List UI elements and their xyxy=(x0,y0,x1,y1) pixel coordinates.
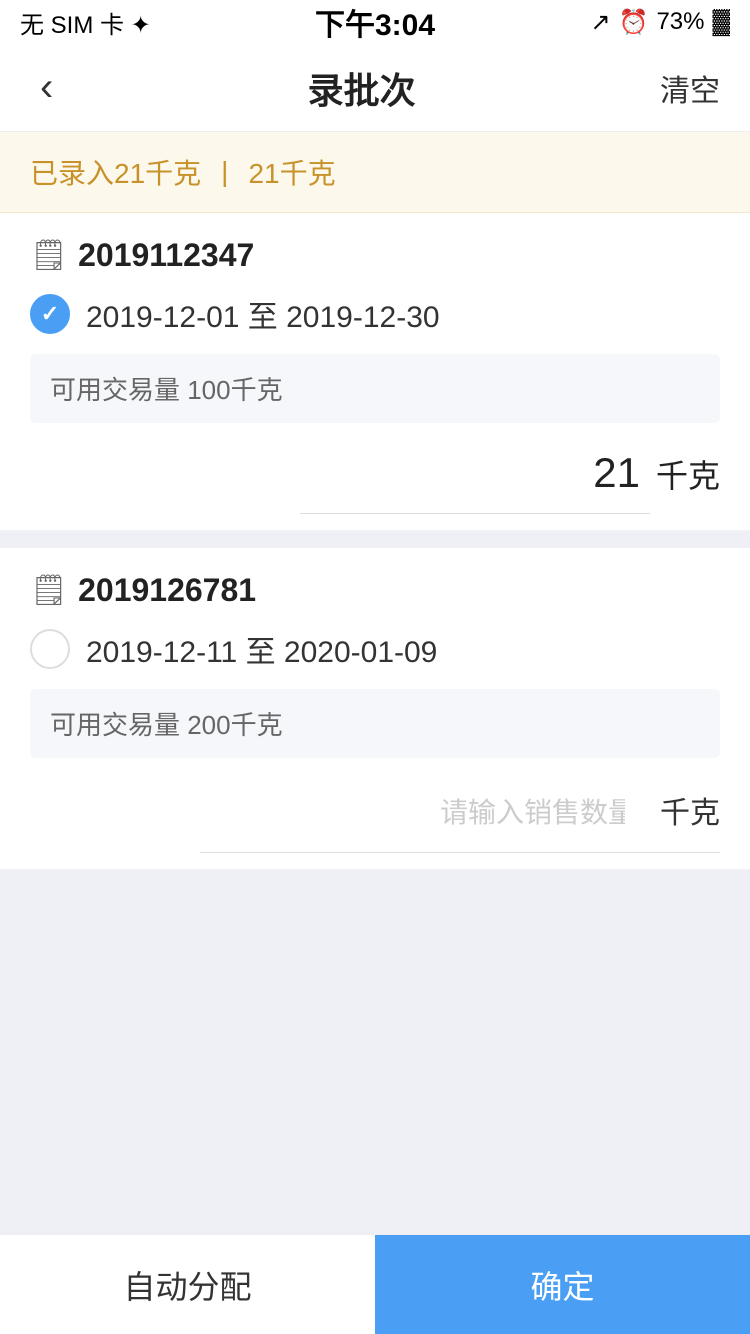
value-number-1: 21 xyxy=(593,449,640,497)
status-time: 下午3:04 xyxy=(315,0,435,44)
nav-bar: ‹ 录批次 清空 xyxy=(0,44,750,132)
clear-button[interactable]: 清空 xyxy=(660,66,720,110)
alarm-icon: ⏰ xyxy=(619,8,649,37)
battery-icon: ▓ xyxy=(713,8,731,36)
total-value: 21千克 xyxy=(248,152,335,192)
batch-card-1: 🗒 2019112347 2019-12-01 至 2019-12-30 可用交… xyxy=(0,213,750,530)
page-title: 录批次 xyxy=(308,62,416,114)
batch-id-1: 2019112347 xyxy=(78,237,254,274)
status-bar: 无 SIM 卡 ✦ 下午3:04 ↗ ⏰ 73% ▓ xyxy=(0,0,750,44)
batch-quantity-2: 可用交易量 200千克 xyxy=(30,689,720,758)
batch-id-2: 2019126781 xyxy=(78,572,256,609)
batch-header-1: 🗒 2019112347 xyxy=(0,213,750,284)
confirm-button[interactable]: 确定 xyxy=(375,1235,750,1334)
batch-header-2: 🗒 2019126781 xyxy=(0,548,750,619)
batch-icon-2: 🗒 xyxy=(30,573,68,608)
recorded-label: 已录入21千克 xyxy=(30,152,201,192)
value-display-1: 21 千克 xyxy=(0,433,750,513)
batch-date-1: 2019-12-01 至 2019-12-30 xyxy=(86,292,440,336)
radio-button-2[interactable] xyxy=(30,629,70,669)
status-left: 无 SIM 卡 ✦ xyxy=(20,5,151,40)
banner-divider: | xyxy=(221,156,228,188)
input-unit-2: 千克 xyxy=(660,788,720,832)
input-row-2: 千克 xyxy=(0,768,750,852)
batch-date-row-2: 2019-12-11 至 2020-01-09 xyxy=(0,619,750,679)
batch-date-2: 2019-12-11 至 2020-01-09 xyxy=(86,627,437,671)
batch-icon-1: 🗒 xyxy=(30,238,68,273)
batch-quantity-1: 可用交易量 100千克 xyxy=(30,354,720,423)
status-right: ↗ ⏰ 73% ▓ xyxy=(590,8,730,37)
batch-date-row-1: 2019-12-01 至 2019-12-30 xyxy=(0,284,750,344)
radio-button-1[interactable] xyxy=(30,294,70,334)
value-unit-1: 千克 xyxy=(656,451,720,497)
info-banner: 已录入21千克 | 21千克 xyxy=(0,132,750,213)
batch-card-2: 🗒 2019126781 2019-12-11 至 2020-01-09 可用交… xyxy=(0,548,750,869)
back-button[interactable]: ‹ xyxy=(30,55,63,120)
section-divider xyxy=(0,532,750,548)
auto-distribute-button[interactable]: 自动分配 xyxy=(0,1235,375,1334)
bottom-actions: 自动分配 确定 xyxy=(0,1234,750,1334)
sim-label: 无 SIM 卡 ✦ xyxy=(20,5,151,40)
location-icon: ↗ xyxy=(590,8,610,37)
battery-label: 73% xyxy=(656,8,704,36)
quantity-input-2[interactable] xyxy=(440,789,640,831)
